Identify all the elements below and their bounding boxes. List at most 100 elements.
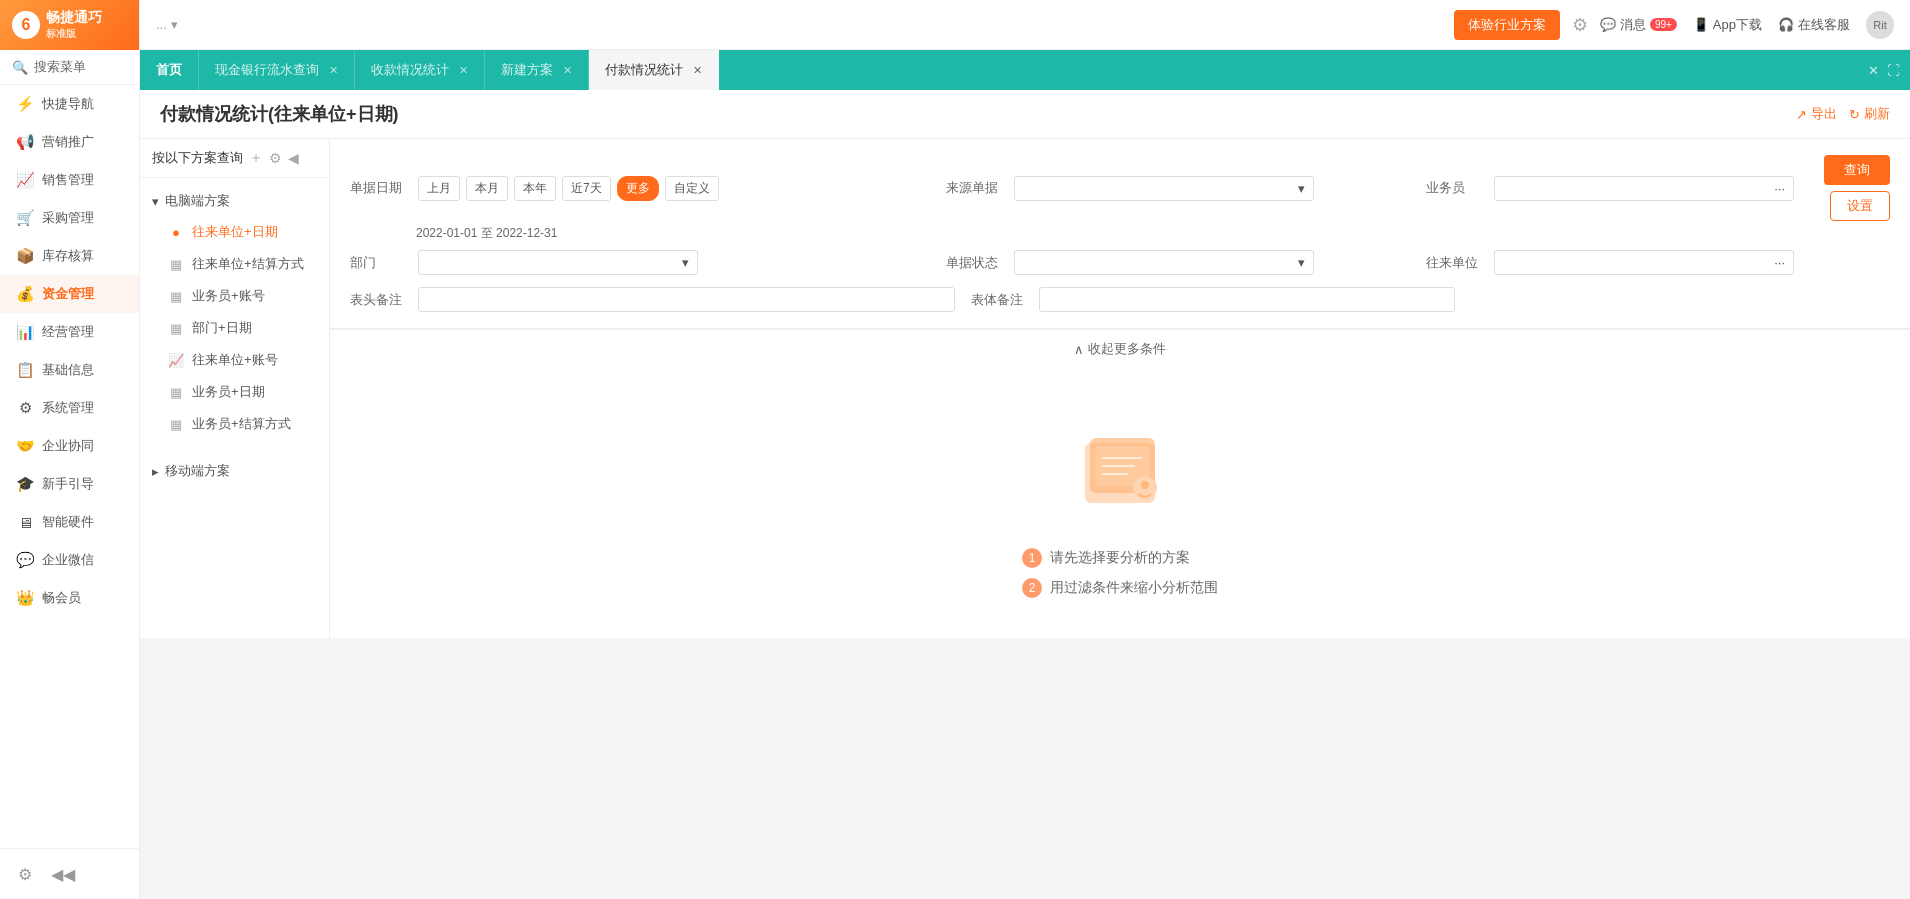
collapse-label: 收起更多条件 (1088, 340, 1166, 358)
online-service-label: 在线客服 (1798, 16, 1850, 34)
mobile-section-header[interactable]: ▸ 移动端方案 (140, 456, 329, 486)
date-range-display: 2022-01-01 至 2022-12-31 (416, 226, 557, 240)
note-body-input[interactable] (1039, 287, 1455, 312)
sidebar-item-finance[interactable]: 💰 资金管理 (0, 275, 139, 313)
sidebar-item-system[interactable]: ⚙ 系统管理 (0, 389, 139, 427)
sidebar-item-weixin[interactable]: 💬 企业微信 (0, 541, 139, 579)
messages-btn[interactable]: 💬 消息 99+ (1600, 16, 1677, 34)
sidebar-item-operation[interactable]: 📊 经营管理 (0, 313, 139, 351)
scheme-item-dept-date[interactable]: ▦ 部门+日期 (140, 312, 329, 344)
date-btn-this-year[interactable]: 本年 (514, 176, 556, 201)
date-btn-7days[interactable]: 近7天 (562, 176, 611, 201)
empty-tip-2: 2 用过滤条件来缩小分析范围 (1022, 578, 1218, 598)
desktop-scheme-section: ▾ 电脑端方案 ● 往来单位+日期 ▦ 往来单位+结算方式 (140, 178, 329, 448)
doc-status-label: 单据状态 (946, 254, 1006, 272)
scheme-item-label: 往来单位+结算方式 (192, 255, 304, 273)
note-body-label: 表体备注 (971, 291, 1031, 309)
tab-payment-stats-close[interactable]: ✕ (693, 64, 702, 77)
tab-close-all-btn[interactable]: ✕ (1868, 63, 1879, 78)
online-service-btn[interactable]: 🎧 在线客服 (1778, 16, 1850, 34)
salesman-select[interactable]: ··· (1494, 176, 1794, 201)
date-btn-more[interactable]: 更多 (617, 176, 659, 201)
settings-scheme-icon[interactable]: ⚙ (269, 150, 282, 166)
export-label: 导出 (1811, 105, 1837, 123)
tab-new-scheme[interactable]: 新建方案 ✕ (485, 50, 589, 90)
sidebar-nav: ⚡ 快捷导航 📢 营销推广 📈 销售管理 🛒 采购管理 📦 库存核算 💰 资金管… (0, 85, 139, 848)
scheme-item-partner-settlement[interactable]: ▦ 往来单位+结算方式 (140, 248, 329, 280)
salesman-chevron: ··· (1774, 181, 1785, 196)
sidebar-item-guide[interactable]: 🎓 新手引导 (0, 465, 139, 503)
doc-status-select[interactable]: ▾ (1014, 250, 1314, 275)
source-select[interactable]: ▾ (1014, 176, 1314, 201)
scheme-panel: 按以下方案查询 ＋ ⚙ ◀ ▾ 电脑端方案 ● (140, 139, 330, 638)
breadcrumb-chevron: ▾ (171, 17, 178, 32)
page-header: 付款情况统计(往来单位+日期) ↗ 导出 ↻ 刷新 (140, 90, 1910, 139)
refresh-btn[interactable]: ↻ 刷新 (1849, 105, 1890, 123)
collapse-sidebar-btn[interactable]: ◀◀ (48, 859, 78, 889)
finance-icon: 💰 (16, 285, 34, 303)
sales-icon: 📈 (16, 171, 34, 189)
search-menu[interactable]: 🔍 搜索菜单 (0, 50, 139, 85)
tab-new-scheme-close[interactable]: ✕ (563, 64, 572, 77)
sidebar-item-quick-nav[interactable]: ⚡ 快捷导航 (0, 85, 139, 123)
tab-cash-flow[interactable]: 现金银行流水查询 ✕ (199, 50, 355, 90)
settings-bottom-btn[interactable]: ⚙ (10, 859, 40, 889)
date-btn-last-month[interactable]: 上月 (418, 176, 460, 201)
desktop-section-header[interactable]: ▾ 电脑端方案 (140, 186, 329, 216)
sidebar-item-hardware[interactable]: 🖥 智能硬件 (0, 503, 139, 541)
note-header-label: 表头备注 (350, 291, 410, 309)
scheme-item-salesman-date[interactable]: ▦ 业务员+日期 (140, 376, 329, 408)
note-header-input[interactable] (418, 287, 955, 312)
tab-home[interactable]: 首页 (140, 50, 199, 90)
collapse-scheme-icon[interactable]: ◀ (288, 150, 299, 166)
sidebar-item-vip[interactable]: 👑 畅会员 (0, 579, 139, 617)
tab-receipt-stats-close[interactable]: ✕ (459, 64, 468, 77)
query-btn[interactable]: 查询 (1824, 155, 1890, 185)
partner-select[interactable]: ··· (1494, 250, 1794, 275)
search-icon: 🔍 (12, 60, 28, 75)
tip-text-1: 请先选择要分析的方案 (1050, 549, 1190, 567)
scheme-item-label: 往来单位+账号 (192, 351, 278, 369)
collapse-more-btn[interactable]: ∧ 收起更多条件 (1074, 340, 1166, 358)
scheme-item-partner-date[interactable]: ● 往来单位+日期 (140, 216, 329, 248)
sidebar-item-sales[interactable]: 📈 销售管理 (0, 161, 139, 199)
tab-fullscreen-btn[interactable]: ⛶ (1887, 63, 1900, 78)
empty-svg (1060, 408, 1180, 528)
sidebar-bottom: ⚙ ◀◀ (0, 848, 139, 899)
user-avatar[interactable]: Rit (1866, 11, 1894, 39)
scheme-item-salesman-settlement[interactable]: ▦ 业务员+结算方式 (140, 408, 329, 440)
tab-home-label: 首页 (156, 61, 182, 79)
sidebar-item-label: 库存核算 (42, 247, 94, 265)
tab-receipt-stats[interactable]: 收款情况统计 ✕ (355, 50, 485, 90)
sidebar-item-purchase[interactable]: 🛒 采购管理 (0, 199, 139, 237)
scheme-icon: ▦ (168, 288, 184, 304)
add-scheme-icon[interactable]: ＋ (249, 149, 263, 167)
quick-nav-icon: ⚡ (16, 95, 34, 113)
sidebar-item-marketing[interactable]: 📢 营销推广 (0, 123, 139, 161)
scheme-icon: ▦ (168, 416, 184, 432)
sidebar-item-inventory[interactable]: 📦 库存核算 (0, 237, 139, 275)
app-download-btn[interactable]: 📱 App下载 (1693, 16, 1762, 34)
scheme-panel-title: 按以下方案查询 (152, 149, 243, 167)
setting-btn[interactable]: 设置 (1830, 191, 1890, 221)
scheme-item-label: 业务员+结算方式 (192, 415, 291, 433)
date-btn-this-month[interactable]: 本月 (466, 176, 508, 201)
settings-icon[interactable]: ⚙ (1572, 14, 1588, 36)
scheme-item-salesman-account[interactable]: ▦ 业务员+账号 (140, 280, 329, 312)
tab-payment-stats[interactable]: 付款情况统计 ✕ (589, 50, 719, 90)
sidebar-item-label: 经营管理 (42, 323, 94, 341)
page-content: 付款情况统计(往来单位+日期) ↗ 导出 ↻ 刷新 (140, 90, 1910, 899)
try-industry-btn[interactable]: 体验行业方案 (1454, 10, 1560, 40)
messages-label: 消息 (1620, 16, 1646, 34)
dept-select[interactable]: ▾ (418, 250, 698, 275)
body-area: 按以下方案查询 ＋ ⚙ ◀ ▾ 电脑端方案 ● (140, 139, 1910, 899)
tab-cash-flow-close[interactable]: ✕ (329, 64, 338, 77)
sidebar-item-enterprise[interactable]: 🤝 企业协同 (0, 427, 139, 465)
date-btn-custom[interactable]: 自定义 (665, 176, 719, 201)
sidebar-item-basic[interactable]: 📋 基础信息 (0, 351, 139, 389)
scheme-item-partner-account[interactable]: 📈 往来单位+账号 (140, 344, 329, 376)
empty-tip-1: 1 请先选择要分析的方案 (1022, 548, 1218, 568)
mobile-scheme-section: ▸ 移动端方案 (140, 448, 329, 494)
chevron-down-icon: ▾ (152, 194, 159, 209)
export-btn[interactable]: ↗ 导出 (1796, 105, 1837, 123)
